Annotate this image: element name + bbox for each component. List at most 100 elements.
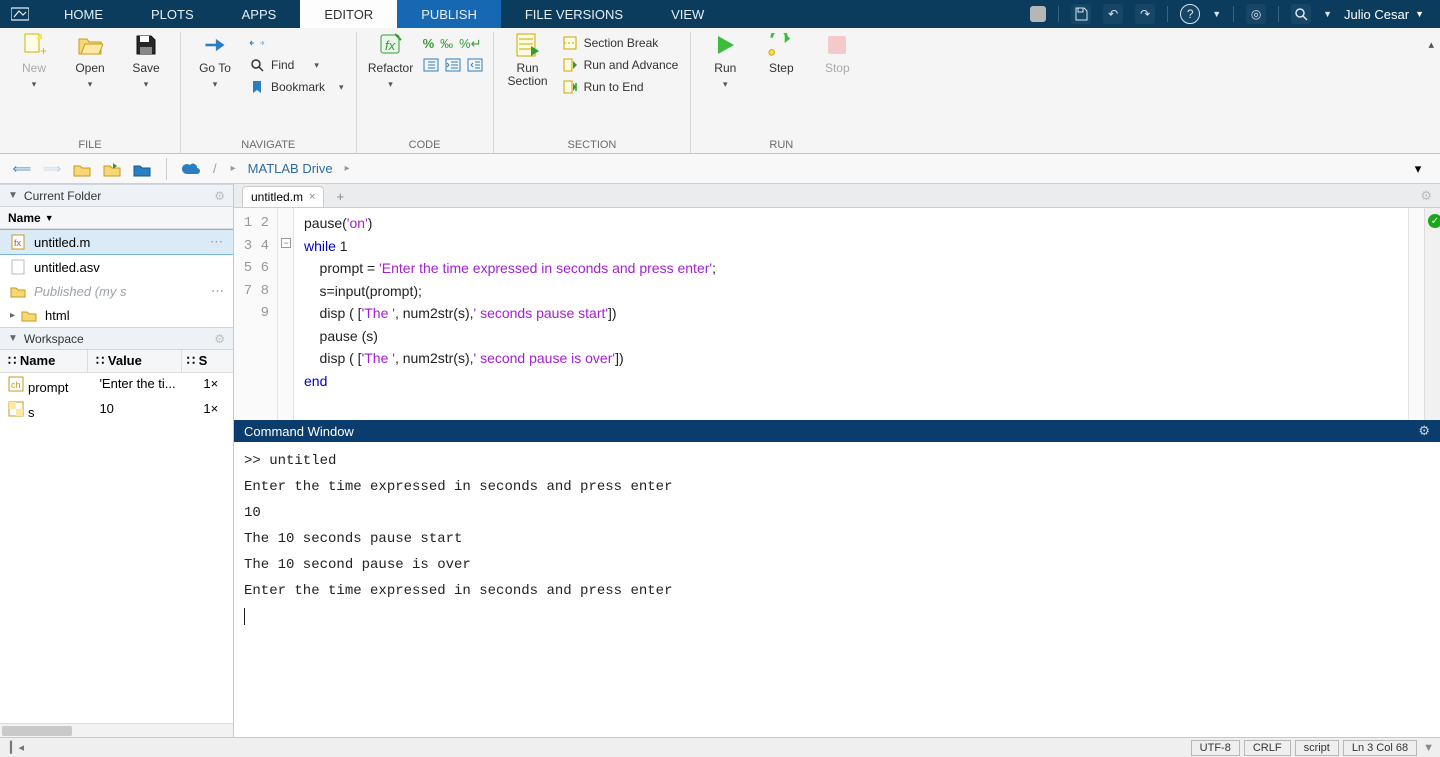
wrap-comment-icon[interactable]: %↵ [459,36,481,52]
toolstrip: + New▾ Open▾ Save▾ FILE Go To▾ Find▾ [0,28,1440,154]
open-button[interactable]: Open▾ [66,32,114,90]
editor-tab-untitled[interactable]: untitled.m × [242,186,324,207]
goto-start-icon[interactable]: ▎◂ [10,741,24,754]
file-item[interactable]: fxuntitled.m⋯ [0,229,233,255]
vertical-scrollbar[interactable] [1424,208,1440,420]
file-group-label: FILE [78,139,101,151]
bookmark-button[interactable]: Bookmark▾ [247,78,346,96]
record-icon[interactable] [1030,6,1046,22]
open-icon [77,32,103,58]
addr-dropdown[interactable]: ▾ [1408,159,1428,179]
minimize-toolstrip-icon[interactable]: ▴ [1428,38,1434,51]
redo-icon[interactable]: ↷ [1135,4,1155,24]
status-menu-icon[interactable]: ▼ [1423,742,1434,754]
tab-publish[interactable]: PUBLISH [397,0,501,28]
workspace-row[interactable]: chprompt'Enter the ti...1× [0,373,233,398]
indent-right-icon[interactable] [467,58,483,72]
new-icon: + [21,32,47,58]
nav-back-fwd[interactable] [247,34,346,52]
user-name: Julio Cesar [1344,7,1409,22]
run-section-icon [515,32,541,58]
command-window[interactable]: >> untitled Enter the time expressed in … [234,442,1440,737]
status-eol[interactable]: CRLF [1244,740,1291,756]
tab-editor[interactable]: EDITOR [300,0,397,28]
save-big-icon [133,32,159,58]
undo-icon[interactable]: ↶ [1103,4,1123,24]
status-bar: ▎◂ UTF-8 CRLF script Ln 3 Col 68 ▼ [0,737,1440,757]
comment-icon[interactable]: % [423,36,435,52]
workspace-header[interactable]: ▼ Workspace ⚙ [0,327,233,350]
fold-gutter[interactable]: − [278,208,294,420]
step-button[interactable]: Step [757,32,805,75]
drive-icon[interactable] [132,159,152,179]
run-button[interactable]: Run▾ [701,32,749,90]
search-icon[interactable] [1291,4,1311,24]
code-ruler: ✓ [1408,208,1424,420]
run-section-button[interactable]: Run Section [504,32,552,88]
tab-view[interactable]: VIEW [647,0,728,28]
find-button[interactable]: Find▾ [247,56,346,74]
folder-refresh-icon[interactable] [102,159,122,179]
app-logo[interactable] [0,0,40,28]
close-icon[interactable]: × [309,191,315,203]
nav-fwd-icon[interactable]: ⟹ [42,159,62,179]
cf-name-header[interactable]: Name▼ [0,207,233,229]
workspace-list: chprompt'Enter the ti...1×s101× [0,373,233,423]
save-icon[interactable] [1071,4,1091,24]
file-item[interactable]: untitled.asv [0,255,233,279]
uncomment-icon[interactable]: ‰ [440,36,453,52]
editor-tabs: untitled.m × + ⚙ [234,184,1440,208]
cloud-icon[interactable] [181,159,201,179]
gear-icon[interactable]: ⚙ [1420,188,1432,204]
current-folder-header[interactable]: ▼ Current Folder ⚙ [0,184,233,207]
code-group-label: CODE [409,139,441,151]
workspace-row[interactable]: s101× [0,398,233,423]
tab-versions[interactable]: FILE VERSIONS [501,0,647,28]
target-icon[interactable]: ◎ [1246,4,1266,24]
collapse-icon: ▼ [8,190,18,201]
goto-icon [202,32,228,58]
address-bar: ⟸ ⟹ / ▸ MATLAB Drive ▸ ▾ [0,154,1440,184]
code-editor[interactable]: pause('on')while 1 prompt = 'Enter the t… [294,208,1408,420]
quick-tools: ↶ ↷ ? ▼ ◎ ▼ Julio Cesar ▼ [1030,0,1440,28]
run-advance-icon [562,57,578,73]
save-button[interactable]: Save▾ [122,32,170,90]
svg-text:+: + [40,44,46,58]
run-to-end-button[interactable]: Run to End [560,78,681,96]
line-gutter: 1 2 3 4 5 6 7 8 9 [234,208,278,420]
gear-icon[interactable]: ⚙ [1418,423,1430,439]
svg-text:fx: fx [385,38,396,53]
refactor-button[interactable]: fx Refactor▾ [367,32,415,90]
tab-plots[interactable]: PLOTS [127,0,218,28]
horizontal-scrollbar[interactable] [0,723,233,737]
new-button[interactable]: + New▾ [10,32,58,90]
nav-back-icon[interactable]: ⟸ [12,159,32,179]
file-item[interactable]: Published (my s⋯ [0,279,233,303]
tab-apps[interactable]: APPS [218,0,301,28]
status-type[interactable]: script [1295,740,1339,756]
path-chevron[interactable]: ▸ [231,163,236,174]
folder-up-icon[interactable] [72,159,92,179]
indent-icon[interactable] [423,58,439,72]
status-encoding[interactable]: UTF-8 [1191,740,1240,756]
section-break-button[interactable]: Section Break [560,34,681,52]
file-item[interactable]: ▸html [0,303,233,327]
refactor-icon: fx [378,32,404,58]
user-menu[interactable]: Julio Cesar ▼ [1344,7,1424,22]
tab-home[interactable]: HOME [40,0,127,28]
fold-marker[interactable]: − [281,238,291,248]
nav-group-label: NAVIGATE [241,139,295,151]
goto-button[interactable]: Go To▾ [191,32,239,90]
help-icon[interactable]: ? [1180,4,1200,24]
run-advance-button[interactable]: Run and Advance [560,56,681,74]
stop-button[interactable]: Stop [813,32,861,75]
path-chevron-2[interactable]: ▸ [345,163,350,174]
command-window-header[interactable]: Command Window ⚙ [234,420,1440,442]
gear-icon[interactable]: ⚙ [214,189,225,203]
gear-icon[interactable]: ⚙ [214,332,225,346]
outdent-icon[interactable] [445,58,461,72]
status-cursor-pos[interactable]: Ln 3 Col 68 [1343,740,1417,756]
add-tab-button[interactable]: + [328,186,352,207]
bookmark-icon [249,79,265,95]
breadcrumb-drive[interactable]: MATLAB Drive [248,161,333,176]
